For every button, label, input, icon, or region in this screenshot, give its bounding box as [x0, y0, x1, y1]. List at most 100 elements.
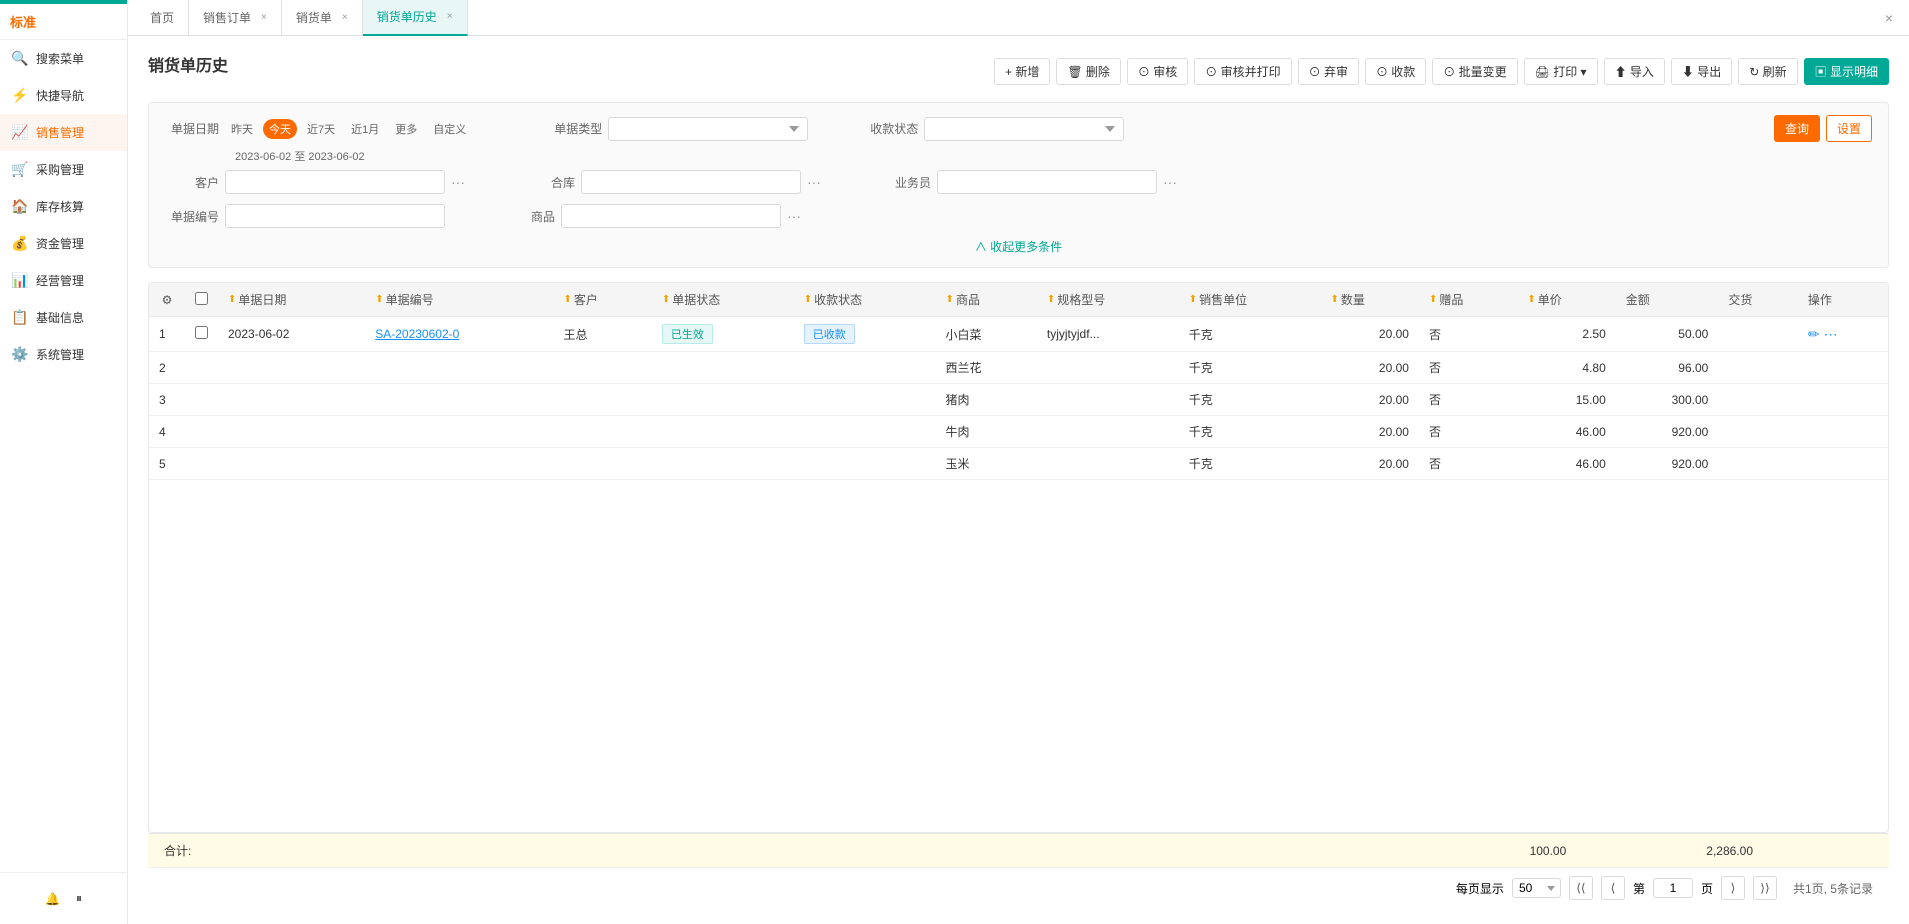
row-checkbox[interactable] [195, 326, 208, 339]
warehouse-dots[interactable]: ··· [807, 174, 821, 190]
audit-print-button[interactable]: ⊙ 审核并打印 [1194, 58, 1291, 85]
sidebar-item-system[interactable]: ⚙️ 系统管理 [0, 336, 127, 373]
page-number-input[interactable] [1653, 878, 1693, 898]
settings-button[interactable]: 设置 [1826, 115, 1872, 142]
goods-input[interactable] [561, 204, 781, 228]
cell-payment-status [794, 416, 936, 448]
sidebar-item-finance[interactable]: 💰 资金管理 [0, 225, 127, 262]
sidebar-item-search[interactable]: 🔍 搜索菜单 [0, 40, 127, 77]
print-button[interactable]: 🖨 打印 ▾ [1524, 58, 1598, 85]
tab-sales-history[interactable]: 销货单历史 × [363, 0, 468, 36]
th-doc-status[interactable]: ⬆单据状态 [652, 283, 794, 317]
cell-doc-date [218, 352, 365, 384]
th-payment-status[interactable]: ⬆收款状态 [794, 283, 936, 317]
doc-status-badge: 已生效 [662, 324, 713, 344]
tab-sales-delivery-close[interactable]: × [342, 12, 348, 23]
date-today[interactable]: 今天 [263, 119, 297, 139]
payment-status-select[interactable] [924, 117, 1124, 141]
date-filter: 单据日期 昨天 今天 近7天 近1月 更多 自定义 [165, 119, 472, 139]
date-1month[interactable]: 近1月 [345, 119, 385, 139]
doc-type-label: 单据类型 [548, 120, 602, 137]
refresh-button[interactable]: ↻ 刷新 [1738, 58, 1797, 85]
payment-status-filter: 收款状态 [864, 117, 1124, 141]
import-button[interactable]: ⬆ 导入 [1604, 58, 1665, 85]
per-page-select[interactable]: 50 100 [1512, 878, 1561, 898]
th-goods[interactable]: ⬆商品 [936, 283, 1037, 317]
table-header-row: ⚙ ⬆单据日期 ⬆单据编号 ⬆客户 ⬆单据状态 ⬆收款状态 ⬆商品 ⬆规格型号 … [149, 283, 1888, 317]
doc-number-input[interactable] [225, 204, 445, 228]
doc-no-link[interactable]: SA-20230602-0 [375, 327, 459, 341]
th-gift[interactable]: ⬆赠品 [1419, 283, 1517, 317]
goods-dots[interactable]: ··· [787, 208, 801, 224]
data-table-container: ⚙ ⬆单据日期 ⬆单据编号 ⬆客户 ⬆单据状态 ⬆收款状态 ⬆商品 ⬆规格型号 … [148, 282, 1889, 833]
export-button[interactable]: ⬇ 导出 [1671, 58, 1732, 85]
edit-action[interactable]: ✏ [1808, 326, 1820, 343]
query-button[interactable]: 查询 [1774, 115, 1820, 142]
close-all-tabs-btn[interactable]: × [1877, 10, 1901, 26]
more-action[interactable]: ⋯ [1824, 326, 1838, 343]
th-doc-date[interactable]: ⬆单据日期 [218, 283, 365, 317]
warehouse-input[interactable] [581, 170, 801, 194]
table-row: 4 牛肉 千克 20.00 否 46.00 920.00 [149, 416, 1888, 448]
th-unit[interactable]: ⬆销售单位 [1179, 283, 1321, 317]
tab-bar: 首页 销售订单 × 销货单 × 销货单历史 × × [128, 0, 1909, 36]
cell-seq: 1 [149, 317, 185, 352]
abandon-button[interactable]: ⊙ 弃审 [1298, 58, 1359, 85]
cell-doc-no [365, 352, 553, 384]
new-button[interactable]: + 新增 [994, 58, 1050, 85]
sidebar-item-label: 系统管理 [36, 346, 84, 363]
sidebar-item-inventory[interactable]: 🏠 库存核算 [0, 188, 127, 225]
sidebar-item-quicknav[interactable]: ⚡ 快捷导航 [0, 77, 127, 114]
th-qty[interactable]: ⬆数量 [1321, 283, 1419, 317]
cell-spec: tyjyjtyjdf... [1037, 317, 1179, 352]
th-customer[interactable]: ⬆客户 [553, 283, 651, 317]
quick-icon: ⚡ [12, 88, 28, 104]
sidebar-item-sales[interactable]: 📈 销售管理 [0, 114, 127, 151]
page-panel: 销货单历史 + 新增 🗑 删除 ⊙ 审核 ⊙ 审核并打印 ⊙ 弃审 ⊙ 收款 ⊙… [128, 36, 1909, 924]
date-yesterday[interactable]: 昨天 [225, 119, 259, 139]
sidebar-item-basic[interactable]: 📋 基础信息 [0, 299, 127, 336]
th-settings[interactable]: ⚙ [149, 283, 185, 317]
customer-dots[interactable]: ··· [451, 174, 465, 190]
batch-change-button[interactable]: ⊙ 批量变更 [1432, 58, 1517, 85]
cell-goods: 牛肉 [936, 416, 1037, 448]
audit-button[interactable]: ⊙ 审核 [1127, 58, 1188, 85]
cell-seq: 5 [149, 448, 185, 480]
sidebar-item-purchase[interactable]: 🛒 采购管理 [0, 151, 127, 188]
next-page-btn[interactable]: ⟩ [1721, 876, 1745, 900]
tab-sales-history-close[interactable]: × [447, 11, 453, 22]
collapse-button[interactable]: ∧ 收起更多条件 [165, 238, 1872, 255]
doc-type-filter: 单据类型 [548, 117, 808, 141]
tab-sales-order[interactable]: 销售订单 × [189, 0, 282, 36]
first-page-btn[interactable]: ⟨⟨ [1569, 876, 1593, 900]
tab-sales-order-close[interactable]: × [261, 12, 267, 23]
table-row: 1 2023-06-02 SA-20230602-0 王总 已生效 已收款 小白… [149, 317, 1888, 352]
th-spec[interactable]: ⬆规格型号 [1037, 283, 1179, 317]
warehouse-label: 合库 [521, 174, 575, 191]
show-detail-button[interactable]: ▣ 显示明细 [1804, 58, 1889, 85]
date-7days[interactable]: 近7天 [301, 119, 341, 139]
prev-page-btn[interactable]: ⟨ [1601, 876, 1625, 900]
select-all-checkbox[interactable] [195, 292, 208, 305]
salesperson-dots[interactable]: ··· [1163, 174, 1177, 190]
last-page-btn[interactable]: ⟩⟩ [1753, 876, 1777, 900]
delete-button[interactable]: 🗑 删除 [1056, 58, 1121, 85]
th-doc-no[interactable]: ⬆单据编号 [365, 283, 553, 317]
th-unit-price[interactable]: ⬆单价 [1517, 283, 1615, 317]
salesperson-input[interactable] [937, 170, 1157, 194]
date-range-display: 2023-06-02 至 2023-06-02 [235, 148, 365, 164]
cell-action [1798, 416, 1888, 448]
cell-gift: 否 [1419, 352, 1517, 384]
tab-home[interactable]: 首页 [136, 0, 189, 36]
cell-doc-date [218, 384, 365, 416]
date-custom[interactable]: 自定义 [427, 119, 472, 139]
tab-sales-delivery[interactable]: 销货单 × [282, 0, 363, 36]
cell-doc-no [365, 448, 553, 480]
doc-type-select[interactable] [608, 117, 808, 141]
sidebar-item-operations[interactable]: 📊 经营管理 [0, 262, 127, 299]
date-more[interactable]: 更多 [389, 119, 423, 139]
customer-input[interactable] [225, 170, 445, 194]
collect-button[interactable]: ⊙ 收款 [1365, 58, 1426, 85]
search-icon: 🔍 [12, 51, 28, 67]
sidebar-notification[interactable]: 🔔 ⏸ [0, 881, 127, 916]
